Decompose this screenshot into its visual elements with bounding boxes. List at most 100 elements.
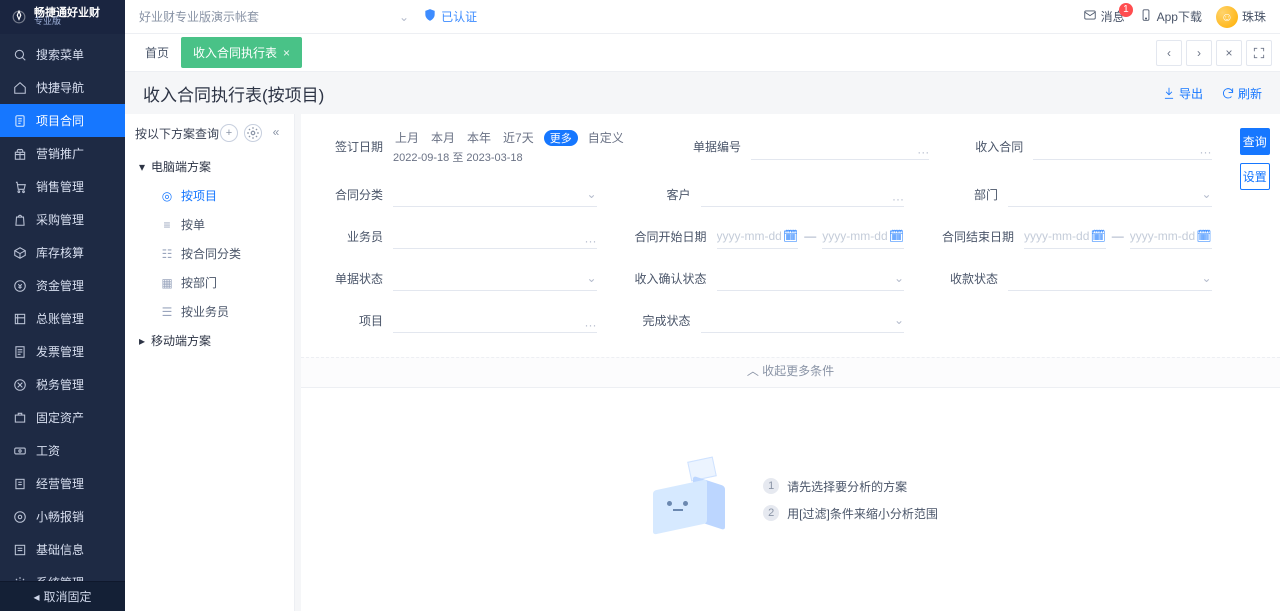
scheme-group-0[interactable]: ▾ 电脑端方案 <box>131 152 288 181</box>
customer-input[interactable]: ··· <box>701 181 905 207</box>
reimburse-icon <box>12 509 28 525</box>
income-confirm-select[interactable]: ⌄ <box>717 265 905 291</box>
tab-home[interactable]: 首页 <box>133 37 181 68</box>
nav-item-8[interactable]: 总账管理 <box>0 302 125 335</box>
scheme-item-0-0[interactable]: ◎按项目 <box>131 181 288 210</box>
nav-item-1[interactable]: 快捷导航 <box>0 71 125 104</box>
scheme-item-0-2[interactable]: ☷按合同分类 <box>131 239 288 268</box>
sidebar: 畅捷通好业财 专业版 搜索菜单快捷导航项目合同营销推广销售管理采购管理库存核算资… <box>0 0 125 611</box>
complete-status-select[interactable]: ⌄ <box>701 307 905 333</box>
seg-more[interactable]: 更多 <box>544 130 578 146</box>
nav: 搜索菜单快捷导航项目合同营销推广销售管理采购管理库存核算资金管理总账管理发票管理… <box>0 34 125 581</box>
contract-end-to[interactable]: 🗓 <box>1130 223 1212 249</box>
bill-status-select[interactable]: ⌄ <box>393 265 597 291</box>
contract-start-from[interactable]: 🗓 <box>717 223 799 249</box>
nav-item-9[interactable]: 发票管理 <box>0 335 125 368</box>
seg-last-month[interactable]: 上月 <box>393 128 421 147</box>
scheme-item-0-1[interactable]: ≡按单 <box>131 210 288 239</box>
tax-icon <box>12 377 28 393</box>
empty-illustration <box>643 455 733 545</box>
contract-class-select[interactable]: ⌄ <box>393 181 597 207</box>
income-contract-input[interactable]: ··· <box>1033 134 1211 160</box>
sidebar-unpin-button[interactable]: ◂ 取消固定 <box>0 581 125 611</box>
avatar: ☺ <box>1216 6 1238 28</box>
nav-item-10[interactable]: 税务管理 <box>0 368 125 401</box>
chevron-down-icon: ⌄ <box>1201 271 1211 285</box>
tab-scroll-left-button[interactable]: ‹ <box>1156 40 1182 66</box>
scheme-group-label: 电脑端方案 <box>151 158 211 175</box>
empty-step-1-text: 请先选择要分析的方案 <box>787 478 907 495</box>
account-select[interactable]: 好业财专业版演示帐套 ⌄ <box>139 8 409 25</box>
verified-label: 已认证 <box>441 8 477 25</box>
tab-scroll-right-button[interactable]: › <box>1186 40 1212 66</box>
seg-last-7d[interactable]: 近7天 <box>501 128 536 147</box>
nav-item-7[interactable]: 资金管理 <box>0 269 125 302</box>
nav-item-12[interactable]: 工资 <box>0 434 125 467</box>
calendar-icon: 🗓 <box>783 229 798 243</box>
tab-report[interactable]: 收入合同执行表 × <box>181 37 302 68</box>
chevron-down-icon: ⌄ <box>894 313 904 327</box>
collapse-filters-button[interactable]: ︿ 收起更多条件 <box>301 357 1280 388</box>
nav-item-15[interactable]: 基础信息 <box>0 533 125 566</box>
nav-label: 快捷导航 <box>36 79 84 96</box>
account-name: 好业财专业版演示帐套 <box>139 8 259 25</box>
shield-icon <box>423 8 437 25</box>
nav-item-16[interactable]: 系统管理 <box>0 566 125 581</box>
label-contract-start: 合同开始日期 <box>627 228 707 245</box>
receipt-status-select[interactable]: ⌄ <box>1008 265 1212 291</box>
scheme-item-0-3[interactable]: ▦按部门 <box>131 268 288 297</box>
scheme-collapse-button[interactable]: « <box>268 124 284 140</box>
close-icon[interactable]: × <box>283 46 290 60</box>
dept-select[interactable]: ⌄ <box>1008 181 1212 207</box>
messages-badge: 1 <box>1119 3 1133 17</box>
salesman-input[interactable]: ··· <box>393 223 597 249</box>
scheme-item-label: 按业务员 <box>181 303 229 320</box>
export-button[interactable]: 导出 <box>1162 85 1203 102</box>
nav-item-4[interactable]: 销售管理 <box>0 170 125 203</box>
tree-icon: ☷ <box>159 246 175 262</box>
scheme-add-button[interactable]: + <box>220 124 238 142</box>
seg-this-year[interactable]: 本年 <box>465 128 493 147</box>
wage-icon <box>12 443 28 459</box>
contract-start-to[interactable]: 🗓 <box>822 223 904 249</box>
seg-custom[interactable]: 自定义 <box>586 128 626 147</box>
user-menu[interactable]: ☺ 珠珠 <box>1216 6 1266 28</box>
label-dept: 部门 <box>934 186 998 203</box>
project-input[interactable]: ··· <box>393 307 597 333</box>
more-icon: ··· <box>917 145 929 159</box>
scheme-group-1[interactable]: ▸移动端方案 <box>131 326 288 355</box>
app-download-button[interactable]: App下载 <box>1139 8 1202 25</box>
refresh-label: 刷新 <box>1238 85 1262 102</box>
brand: 畅捷通好业财 专业版 <box>0 0 125 34</box>
settings-button[interactable]: 设置 <box>1240 163 1270 190</box>
nav-label: 项目合同 <box>36 112 84 129</box>
label-project: 项目 <box>319 312 383 329</box>
nav-item-11[interactable]: 固定资产 <box>0 401 125 434</box>
more-icon: ··· <box>1200 145 1212 159</box>
nav-item-13[interactable]: 经营管理 <box>0 467 125 500</box>
seg-this-month[interactable]: 本月 <box>429 128 457 147</box>
nav-item-2[interactable]: 项目合同 <box>0 104 125 137</box>
chevron-down-icon: ▾ <box>139 160 145 174</box>
scheme-item-0-4[interactable]: ☰按业务员 <box>131 297 288 326</box>
bar-icon: ≡ <box>159 217 175 233</box>
nav-item-0[interactable]: 搜索菜单 <box>0 38 125 71</box>
label-bill-status: 单据状态 <box>319 270 383 287</box>
brand-sub: 专业版 <box>34 17 100 26</box>
fullscreen-button[interactable] <box>1246 40 1272 66</box>
sys-icon <box>12 575 28 582</box>
tab-close-all-button[interactable]: × <box>1216 40 1242 66</box>
contract-end-from[interactable]: 🗓 <box>1024 223 1106 249</box>
nav-label: 销售管理 <box>36 178 84 195</box>
filter-form: 签订日期 上月 本月 本年 近7天 更多 自定义 <box>301 114 1230 357</box>
nav-item-5[interactable]: 采购管理 <box>0 203 125 236</box>
refresh-button[interactable]: 刷新 <box>1221 85 1262 102</box>
home-icon <box>12 80 28 96</box>
nav-item-3[interactable]: 营销推广 <box>0 137 125 170</box>
messages-button[interactable]: 消息 1 <box>1083 8 1125 25</box>
nav-item-6[interactable]: 库存核算 <box>0 236 125 269</box>
bill-no-input[interactable]: ··· <box>751 134 929 160</box>
nav-item-14[interactable]: 小畅报销 <box>0 500 125 533</box>
query-button[interactable]: 查询 <box>1240 128 1270 155</box>
scheme-settings-button[interactable] <box>244 124 262 142</box>
